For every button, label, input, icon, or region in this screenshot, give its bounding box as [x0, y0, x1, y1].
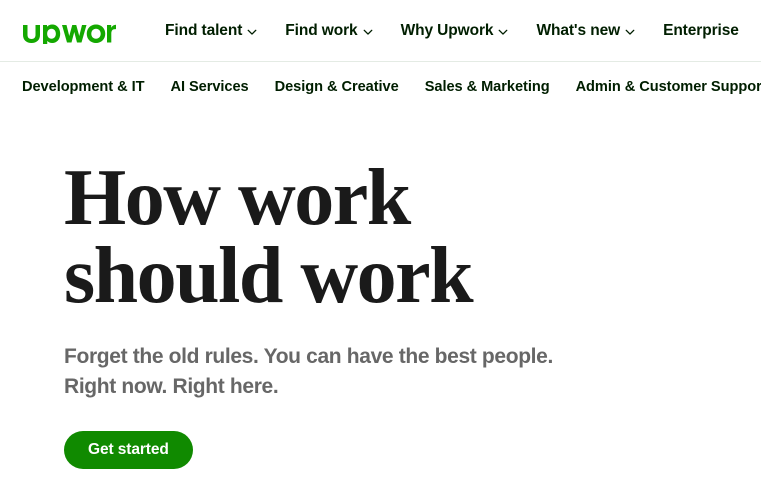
nav-item-find-work[interactable]: Find work — [271, 16, 386, 46]
chevron-down-icon — [247, 27, 257, 37]
hero-subheadline: Forget the old rules. You can have the b… — [64, 342, 761, 403]
upwork-wordmark-logo-icon — [22, 18, 117, 44]
site-header: Find talent Find work Why Upwork What's … — [0, 0, 761, 62]
category-navigation: Development & IT AI Services Design & Cr… — [0, 62, 761, 111]
main-navigation: Find talent Find work Why Upwork What's … — [151, 16, 753, 46]
nav-item-enterprise[interactable]: Enterprise — [649, 16, 753, 46]
nav-item-label: Find talent — [165, 21, 243, 39]
category-item-admin-and-customer-support[interactable]: Admin & Customer Support — [576, 75, 761, 99]
nav-item-label: Why Upwork — [400, 21, 494, 39]
nav-item-label: Enterprise — [663, 21, 739, 39]
category-item-design-and-creative[interactable]: Design & Creative — [275, 75, 399, 99]
hero-section: How work should work Forget the old rule… — [0, 111, 761, 469]
hero-headline: How work should work — [64, 154, 761, 321]
nav-item-label: What's new — [536, 21, 621, 39]
chevron-down-icon — [498, 27, 508, 37]
chevron-down-icon — [625, 27, 635, 37]
nav-item-whats-new[interactable]: What's new — [522, 16, 649, 46]
nav-item-why-upwork[interactable]: Why Upwork — [387, 16, 523, 46]
nav-item-find-talent[interactable]: Find talent — [151, 16, 271, 46]
category-item-development-and-it[interactable]: Development & IT — [22, 75, 145, 99]
nav-item-label: Find work — [285, 21, 358, 39]
hero-headline-line-1: How work — [64, 154, 411, 242]
upwork-logo[interactable] — [22, 18, 117, 44]
hero-subheadline-line-2: Right now. Right here. — [64, 375, 279, 399]
hero-subheadline-line-1: Forget the old rules. You can have the b… — [64, 344, 553, 368]
category-item-sales-and-marketing[interactable]: Sales & Marketing — [425, 75, 550, 99]
hero-headline-line-2: should work — [64, 232, 474, 321]
chevron-down-icon — [363, 27, 373, 37]
category-item-ai-services[interactable]: AI Services — [170, 75, 248, 99]
get-started-button[interactable]: Get started — [64, 430, 193, 469]
